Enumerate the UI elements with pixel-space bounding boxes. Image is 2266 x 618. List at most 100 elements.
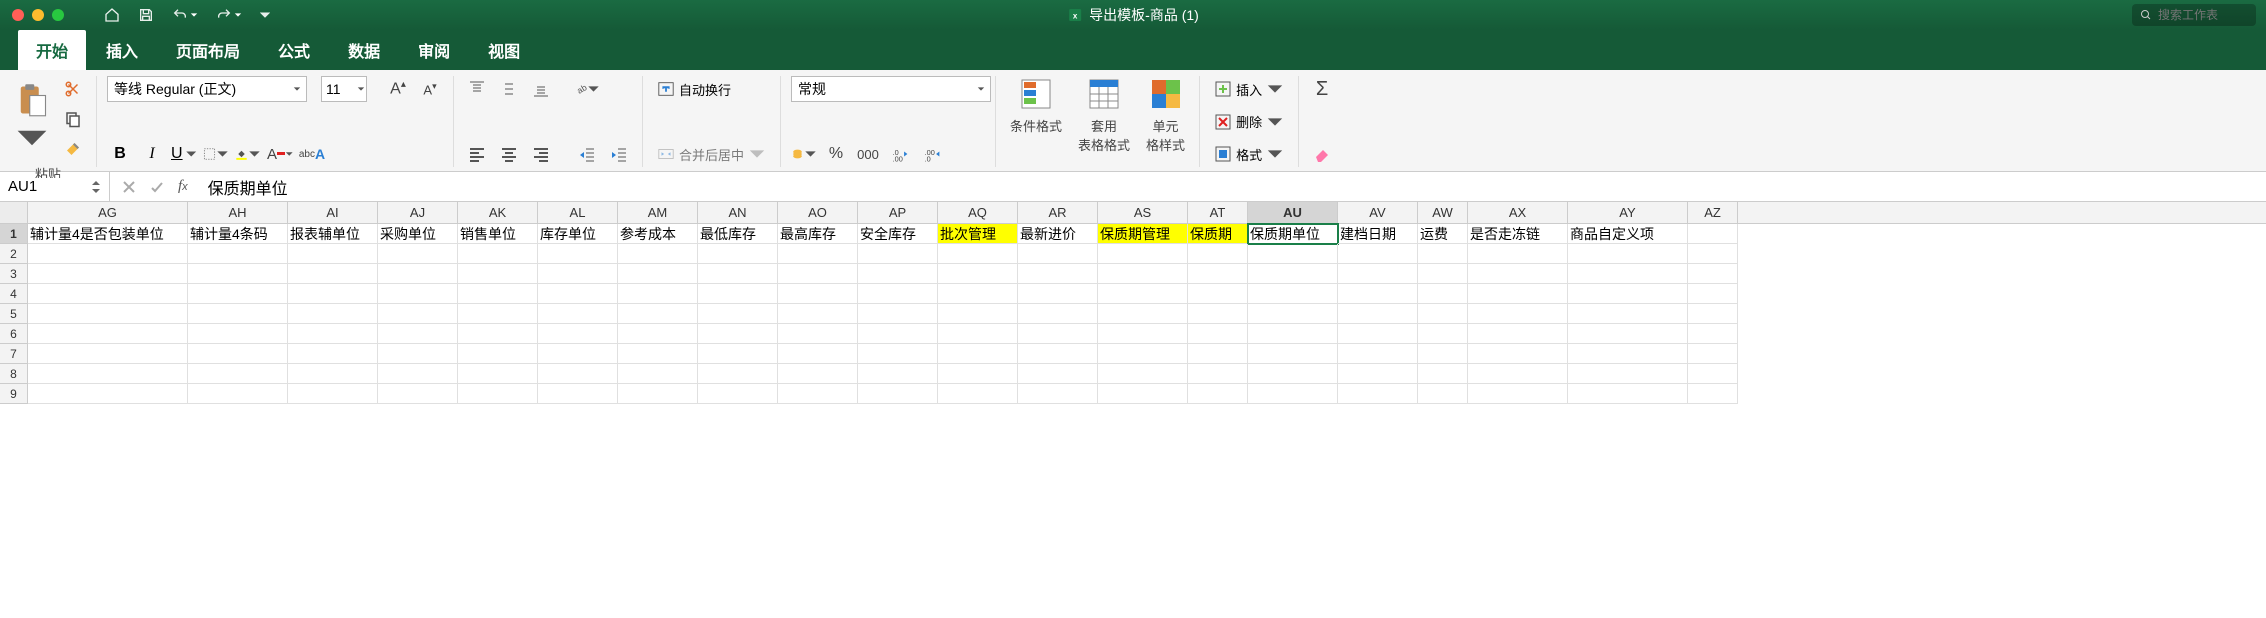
cell[interactable] bbox=[1188, 284, 1248, 304]
row-header[interactable]: 9 bbox=[0, 384, 28, 404]
cell[interactable] bbox=[288, 284, 378, 304]
cell[interactable] bbox=[1018, 344, 1098, 364]
column-header[interactable]: AI bbox=[288, 202, 378, 223]
column-header[interactable]: AX bbox=[1468, 202, 1568, 223]
cell[interactable] bbox=[28, 384, 188, 404]
cell[interactable] bbox=[858, 264, 938, 284]
cell[interactable] bbox=[698, 364, 778, 384]
cell[interactable] bbox=[1418, 324, 1468, 344]
cell[interactable] bbox=[1248, 264, 1338, 284]
cell[interactable]: 是否走冻链 bbox=[1468, 224, 1568, 244]
save-icon[interactable] bbox=[138, 7, 154, 23]
cell[interactable]: 建档日期 bbox=[1338, 224, 1418, 244]
tab-formulas[interactable]: 公式 bbox=[260, 30, 328, 70]
cell[interactable] bbox=[938, 364, 1018, 384]
cell[interactable] bbox=[288, 324, 378, 344]
column-header[interactable]: AS bbox=[1098, 202, 1188, 223]
cell[interactable] bbox=[458, 364, 538, 384]
cell[interactable] bbox=[1568, 324, 1688, 344]
redo-button[interactable] bbox=[216, 7, 242, 23]
column-header[interactable]: AW bbox=[1418, 202, 1468, 223]
row-header[interactable]: 5 bbox=[0, 304, 28, 324]
align-middle-button[interactable] bbox=[496, 76, 522, 102]
search-box[interactable] bbox=[2132, 4, 2256, 26]
cell[interactable] bbox=[858, 244, 938, 264]
cell[interactable] bbox=[188, 324, 288, 344]
cell[interactable] bbox=[288, 364, 378, 384]
cell[interactable] bbox=[1248, 324, 1338, 344]
cell[interactable] bbox=[538, 244, 618, 264]
cell[interactable]: 保质期单位 bbox=[1248, 224, 1338, 244]
cell[interactable] bbox=[1468, 264, 1568, 284]
cell[interactable] bbox=[538, 264, 618, 284]
column-header[interactable]: AQ bbox=[938, 202, 1018, 223]
column-header[interactable]: AY bbox=[1568, 202, 1688, 223]
search-input[interactable] bbox=[2158, 8, 2248, 22]
cell[interactable] bbox=[1568, 244, 1688, 264]
cell[interactable] bbox=[698, 384, 778, 404]
cell[interactable]: 最高库存 bbox=[778, 224, 858, 244]
italic-button[interactable]: I bbox=[139, 141, 165, 167]
column-header[interactable]: AG bbox=[28, 202, 188, 223]
cell[interactable] bbox=[938, 304, 1018, 324]
cell[interactable] bbox=[778, 344, 858, 364]
cancel-icon[interactable] bbox=[122, 180, 136, 194]
column-header[interactable]: AZ bbox=[1688, 202, 1738, 223]
cell[interactable] bbox=[1418, 384, 1468, 404]
tab-page-layout[interactable]: 页面布局 bbox=[158, 30, 258, 70]
chevron-up-icon[interactable] bbox=[91, 179, 101, 187]
cell[interactable] bbox=[1418, 264, 1468, 284]
cell[interactable] bbox=[1248, 384, 1338, 404]
paste-button[interactable] bbox=[10, 82, 54, 156]
column-header[interactable]: AV bbox=[1338, 202, 1418, 223]
cell[interactable] bbox=[458, 264, 538, 284]
cell[interactable] bbox=[288, 384, 378, 404]
cell[interactable] bbox=[1018, 384, 1098, 404]
cell[interactable] bbox=[1338, 284, 1418, 304]
underline-button[interactable]: U bbox=[171, 141, 197, 167]
cell[interactable] bbox=[188, 384, 288, 404]
cell[interactable] bbox=[1188, 384, 1248, 404]
align-right-button[interactable] bbox=[528, 141, 554, 167]
cell[interactable] bbox=[778, 324, 858, 344]
table-format-button[interactable]: 套用 表格格式 bbox=[1074, 76, 1134, 154]
cell[interactable] bbox=[1188, 264, 1248, 284]
cell[interactable] bbox=[1418, 244, 1468, 264]
cell[interactable] bbox=[1688, 364, 1738, 384]
cell[interactable] bbox=[1098, 344, 1188, 364]
cut-button[interactable] bbox=[60, 76, 86, 102]
cell[interactable] bbox=[1468, 304, 1568, 324]
row-header[interactable]: 8 bbox=[0, 364, 28, 384]
cell[interactable] bbox=[1248, 304, 1338, 324]
cell[interactable] bbox=[458, 304, 538, 324]
format-painter-button[interactable] bbox=[60, 136, 86, 162]
cell[interactable] bbox=[378, 384, 458, 404]
chevron-down-icon[interactable] bbox=[977, 85, 985, 93]
cell[interactable] bbox=[288, 244, 378, 264]
column-header[interactable]: AU bbox=[1248, 202, 1338, 223]
number-format-select[interactable] bbox=[791, 76, 991, 102]
cell[interactable] bbox=[618, 284, 698, 304]
cell[interactable] bbox=[1468, 344, 1568, 364]
cell[interactable]: 运费 bbox=[1418, 224, 1468, 244]
cell[interactable] bbox=[778, 364, 858, 384]
cell[interactable] bbox=[1018, 284, 1098, 304]
cell[interactable] bbox=[28, 244, 188, 264]
align-left-button[interactable] bbox=[464, 141, 490, 167]
cell[interactable]: 库存单位 bbox=[538, 224, 618, 244]
column-header[interactable]: AL bbox=[538, 202, 618, 223]
cell[interactable] bbox=[1468, 324, 1568, 344]
cell[interactable] bbox=[1688, 344, 1738, 364]
cell[interactable] bbox=[778, 304, 858, 324]
cell[interactable] bbox=[698, 284, 778, 304]
row-header[interactable]: 3 bbox=[0, 264, 28, 284]
tab-view[interactable]: 视图 bbox=[470, 30, 538, 70]
cell[interactable] bbox=[378, 244, 458, 264]
zoom-window[interactable] bbox=[52, 9, 64, 21]
cell[interactable] bbox=[1418, 284, 1468, 304]
cell[interactable] bbox=[778, 384, 858, 404]
row-header[interactable]: 4 bbox=[0, 284, 28, 304]
column-header[interactable]: AH bbox=[188, 202, 288, 223]
cell[interactable] bbox=[618, 384, 698, 404]
cell[interactable]: 保质期 bbox=[1188, 224, 1248, 244]
